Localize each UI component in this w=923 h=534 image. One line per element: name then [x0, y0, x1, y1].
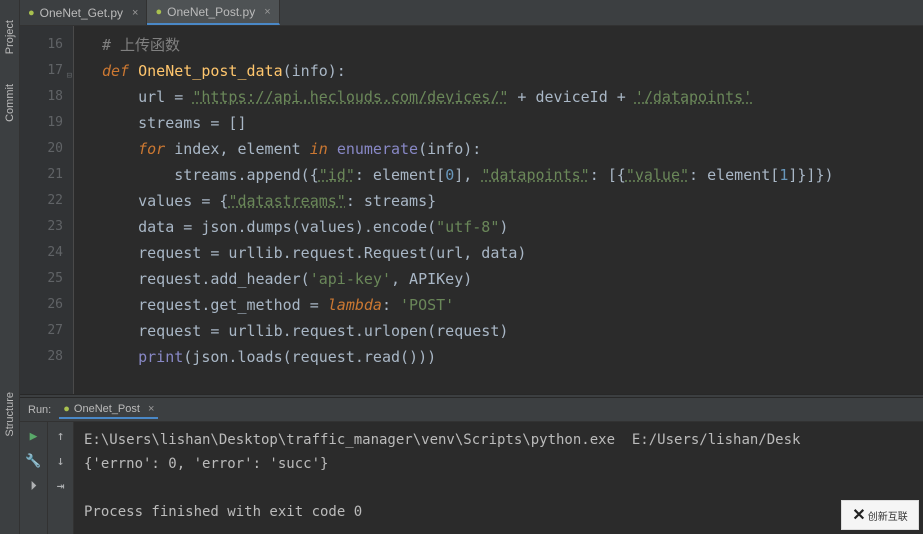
- tab-label: OneNet_Post.py: [167, 5, 255, 19]
- line-number: 17⊟: [24, 58, 63, 84]
- run-toolbar-secondary: ↑ ↓ ⇥: [48, 422, 74, 534]
- tab-onenet-get-py[interactable]: ● OneNet_Get.py ×: [20, 0, 147, 25]
- sidebar-tab-commit[interactable]: Commit: [4, 84, 16, 122]
- line-number: 18: [24, 84, 63, 110]
- code-line: # 上传函数: [102, 36, 180, 54]
- watermark-logo: ✕ 创新互联: [841, 500, 919, 530]
- code-line: values = {"datastreams": streams}: [102, 192, 436, 210]
- run-tab[interactable]: ● OneNet_Post ×: [59, 401, 158, 419]
- close-icon[interactable]: ×: [264, 6, 270, 18]
- filter-icon[interactable]: ⏵: [23, 475, 45, 497]
- line-number: 24: [24, 240, 63, 266]
- line-number: 27: [24, 318, 63, 344]
- line-number: 26: [24, 292, 63, 318]
- code-line: streams.append({"id": element[0], "datap…: [102, 166, 834, 184]
- up-icon[interactable]: ↑: [50, 425, 72, 447]
- console-line: E:\Users\lishan\Desktop\traffic_manager\…: [84, 432, 800, 448]
- console-line: {'errno': 0, 'error': 'succ'}: [84, 456, 328, 472]
- close-icon[interactable]: ×: [132, 7, 138, 19]
- editor-tabs-bar: ● OneNet_Get.py × ● OneNet_Post.py ×: [20, 0, 923, 26]
- wrench-icon[interactable]: 🔧: [23, 450, 45, 472]
- console-output[interactable]: E:\Users\lishan\Desktop\traffic_manager\…: [74, 422, 923, 534]
- sidebar-tab-project[interactable]: Project: [4, 20, 16, 54]
- run-tool-window: Run: ● OneNet_Post × ▶ 🔧 ⏵ ↑ ↓ ⇥ E:\User…: [20, 398, 923, 534]
- code-line: for index, element in enumerate(info):: [102, 140, 481, 158]
- line-number: 21: [24, 162, 63, 188]
- run-label: Run:: [28, 404, 51, 416]
- code-line: url = "https://api.heclouds.com/devices/…: [102, 88, 752, 106]
- tab-onenet-post-py[interactable]: ● OneNet_Post.py ×: [147, 0, 279, 25]
- run-header: Run: ● OneNet_Post ×: [20, 398, 923, 422]
- python-file-icon: ●: [155, 6, 162, 18]
- rerun-button[interactable]: ▶: [23, 425, 45, 447]
- code-line: request.add_header('api-key', APIKey): [102, 270, 472, 288]
- watermark-x-icon: ✕: [852, 505, 865, 525]
- tab-label: OneNet_Get.py: [40, 6, 123, 20]
- soft-wrap-icon[interactable]: ⇥: [50, 475, 72, 497]
- console-line: Process finished with exit code 0: [84, 504, 362, 520]
- code-line: streams = []: [102, 114, 247, 132]
- line-number: 16: [24, 32, 63, 58]
- sidebar-tab-structure[interactable]: Structure: [4, 392, 16, 437]
- line-number-gutter: 16 17⊟ 18 19 20 21 22 23 24 25 26 27 28: [20, 26, 74, 394]
- line-number: 19: [24, 110, 63, 136]
- line-number: 22: [24, 188, 63, 214]
- code-line: request = urllib.request.urlopen(request…: [102, 322, 508, 340]
- run-body: ▶ 🔧 ⏵ ↑ ↓ ⇥ E:\Users\lishan\Desktop\traf…: [20, 422, 923, 534]
- code-line: request.get_method = lambda: 'POST': [102, 296, 454, 314]
- python-file-icon: ●: [63, 403, 70, 415]
- down-icon[interactable]: ↓: [50, 450, 72, 472]
- code-line: data = json.dumps(values).encode("utf-8"…: [102, 218, 508, 236]
- run-tab-label: OneNet_Post: [74, 403, 140, 415]
- close-icon[interactable]: ×: [148, 403, 154, 415]
- code-line: def OneNet_post_data(info):: [102, 62, 346, 80]
- line-number: 25: [24, 266, 63, 292]
- code-line: request = urllib.request.Request(url, da…: [102, 244, 526, 262]
- line-number: 28: [24, 344, 63, 370]
- line-number: 20: [24, 136, 63, 162]
- fold-icon[interactable]: ⊟: [67, 63, 72, 89]
- run-toolbar-primary: ▶ 🔧 ⏵: [20, 422, 48, 534]
- python-file-icon: ●: [28, 7, 35, 19]
- code-line: print(json.loads(request.read())): [102, 348, 436, 366]
- left-tool-sidebar: Project Commit Structure: [0, 0, 20, 534]
- code-editor[interactable]: # 上传函数 def OneNet_post_data(info): url =…: [74, 26, 923, 394]
- line-number: 23: [24, 214, 63, 240]
- editor-area: 16 17⊟ 18 19 20 21 22 23 24 25 26 27 28 …: [20, 26, 923, 394]
- watermark-text: 创新互联: [868, 508, 908, 523]
